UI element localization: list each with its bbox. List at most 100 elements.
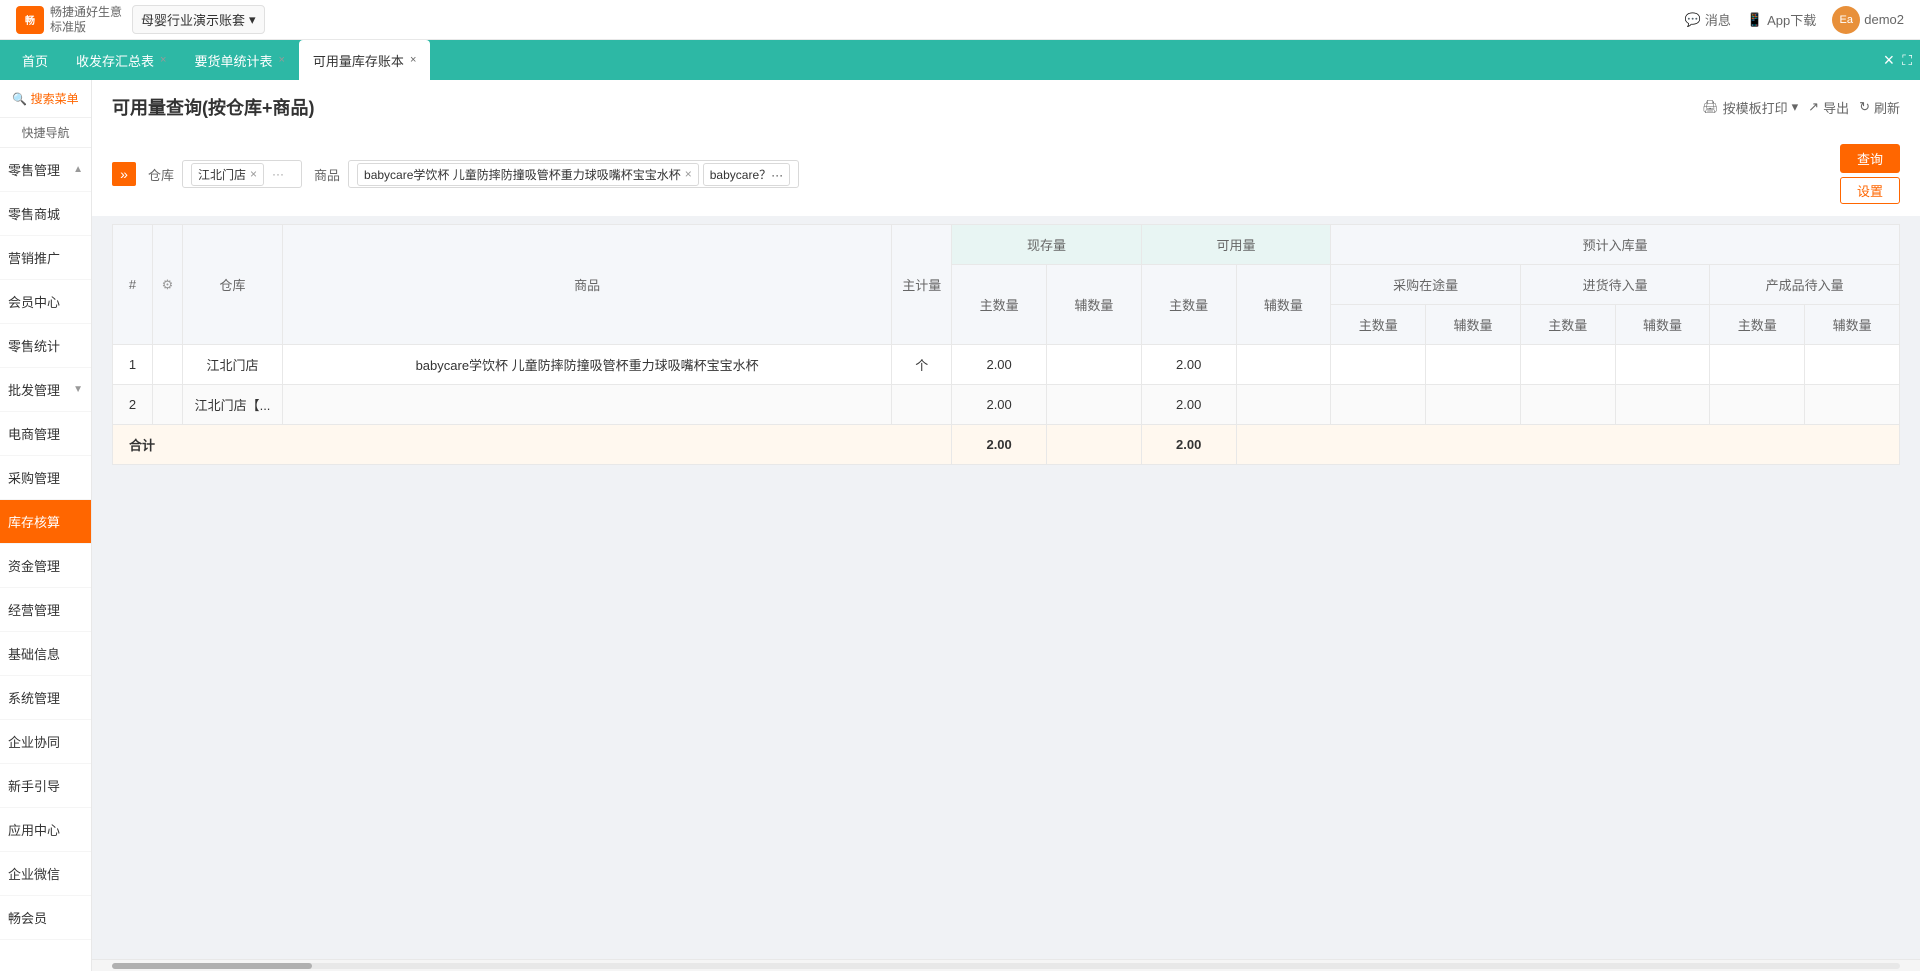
logo-icon: 畅 (16, 6, 44, 34)
cell-row1-pp-main (1520, 345, 1615, 385)
close-tab-order-stats[interactable]: × (278, 54, 284, 66)
tab-receive[interactable]: 收发存汇总表 × (62, 40, 180, 80)
th-current-aux-qty: 辅数量 (1047, 265, 1142, 345)
sidebar-item-inventory[interactable]: 库存核算 (0, 500, 91, 544)
cell-row2-avail-main: 2.00 (1141, 385, 1236, 425)
th-purchase-transit-main: 主数量 (1331, 305, 1426, 345)
user-menu[interactable]: Ea demo2 (1832, 6, 1904, 34)
cell-row1-fp-main (1710, 345, 1805, 385)
close-tab-available-stock[interactable]: × (410, 54, 416, 66)
sidebar-item-ops[interactable]: 经营管理 (0, 588, 91, 632)
th-purchase-pending-aux: 辅数量 (1615, 305, 1710, 345)
scroll-thumb[interactable] (112, 963, 312, 969)
industry-selector[interactable]: 母婴行业演示账套 ▾ (132, 5, 265, 34)
settings-icon[interactable]: ⚙ (162, 277, 174, 292)
template-print-btn[interactable]: 🖨 按模板打印 ▾ (1702, 98, 1798, 117)
app-download-btn[interactable]: 📱 App下载 (1747, 10, 1816, 29)
main-layout: 🔍 搜索菜单 快捷导航 零售管理 ▲ 零售商城 营销推广 会员中心 零售统计 批… (0, 80, 1920, 971)
close-tab-receive[interactable]: × (160, 54, 166, 66)
th-current-stock-group: 现存量 (952, 225, 1142, 265)
message-btn[interactable]: 💬 消息 (1685, 10, 1731, 29)
sidebar-item-marketing[interactable]: 营销推广 (0, 236, 91, 280)
remove-product-tag-1[interactable]: × (685, 167, 692, 181)
sidebar-item-retail-store[interactable]: 零售商城 (0, 192, 91, 236)
total-label: 合计 (113, 425, 952, 465)
cell-row2-avail-aux (1236, 385, 1331, 425)
tab-home[interactable]: 首页 (8, 40, 62, 80)
th-product: 商品 (283, 225, 892, 345)
th-number: # (113, 225, 153, 345)
warehouse-more-btn[interactable]: ··· (268, 167, 288, 181)
cell-row1-unit: 个 (892, 345, 952, 385)
fullscreen-btn[interactable]: ⛶ (1902, 52, 1912, 69)
sidebar-search[interactable]: 🔍 搜索菜单 (0, 80, 91, 118)
sidebar-item-new-guide[interactable]: 新手引导 (0, 764, 91, 808)
cell-row1-avail-aux (1236, 345, 1331, 385)
sidebar-item-wechat[interactable]: 企业微信 (0, 852, 91, 896)
product-filter-group: 商品 babycare学饮杯 儿童防摔防撞吸管杯重力球吸嘴杯宝宝水杯 × bab… (314, 160, 799, 188)
cell-row2-fp-aux (1805, 385, 1900, 425)
page-title-row: 可用量查询(按仓库+商品) 🖨 按模板打印 ▾ ↗ 导出 ↻ 刷新 (112, 94, 1900, 120)
sidebar-item-member[interactable]: 会员中心 (0, 280, 91, 324)
content-area: 可用量查询(按仓库+商品) 🖨 按模板打印 ▾ ↗ 导出 ↻ 刷新 (92, 80, 1920, 971)
th-finished-pending-group: 产成品待入量 (1710, 265, 1900, 305)
th-available-main-qty: 主数量 (1141, 265, 1236, 345)
th-available-aux-qty: 辅数量 (1236, 265, 1331, 345)
refresh-icon: ↻ (1859, 99, 1870, 115)
data-table: # ⚙ 仓库 商品 主计量 现存量 可用量 预计入库量 主数量 辅数量 (112, 224, 1900, 465)
sidebar-item-app-center[interactable]: 应用中心 (0, 808, 91, 852)
sidebar-quick-nav[interactable]: 快捷导航 (0, 118, 91, 148)
logo-text: 畅捷通好生意 标准版 (50, 5, 122, 34)
nav-tabs: 首页 收发存汇总表 × 要货单统计表 × 可用量库存账本 × × ⛶ (0, 40, 1920, 80)
sidebar-item-ecommerce[interactable]: 电商管理 (0, 412, 91, 456)
th-purchase-pending-main: 主数量 (1520, 305, 1615, 345)
settings-button[interactable]: 设置 (1840, 177, 1900, 204)
nav-tabs-right: × ⛶ (1884, 50, 1920, 71)
expand-filter-btn[interactable]: » (112, 162, 136, 186)
cell-row1-product: babycare学饮杯 儿童防摔防撞吸管杯重力球吸嘴杯宝宝水杯 (283, 345, 892, 385)
topbar-left: 畅 畅捷通好生意 标准版 母婴行业演示账套 ▾ (16, 5, 265, 34)
avatar: Ea (1832, 6, 1860, 34)
cell-row2-settings (153, 385, 183, 425)
tab-order-stats[interactable]: 要货单统计表 × (180, 40, 298, 80)
page-title: 可用量查询(按仓库+商品) (112, 94, 315, 120)
filter-actions: 查询 设置 (1840, 144, 1900, 204)
cell-row1-warehouse: 江北门店 (183, 345, 283, 385)
close-all-tabs-btn[interactable]: × (1884, 50, 1895, 71)
expand-arrow-wholesale: ▼ (73, 384, 83, 395)
total-row: 合计 2.00 2.00 (113, 425, 1900, 465)
sidebar-item-basic[interactable]: 基础信息 (0, 632, 91, 676)
tab-available-stock[interactable]: 可用量库存账本 × (299, 40, 430, 80)
cell-row1-current-aux (1047, 345, 1142, 385)
total-avail-main: 2.00 (1141, 425, 1236, 465)
product-filter-input[interactable]: babycare学饮杯 儿童防摔防撞吸管杯重力球吸嘴杯宝宝水杯 × babyca… (348, 160, 799, 188)
sidebar-item-purchase[interactable]: 采购管理 (0, 456, 91, 500)
refresh-btn[interactable]: ↻ 刷新 (1859, 98, 1900, 117)
expand-arrow-retail: ▲ (73, 164, 83, 175)
sidebar-item-system[interactable]: 系统管理 (0, 676, 91, 720)
warehouse-tag: 江北门店 × (191, 163, 264, 186)
warehouse-filter-input[interactable]: 江北门店 × ··· (182, 160, 302, 188)
message-icon: 💬 (1685, 12, 1701, 28)
logo-area: 畅 畅捷通好生意 标准版 (16, 5, 122, 34)
chevron-down-icon: ▾ (249, 12, 256, 28)
remove-warehouse-tag[interactable]: × (250, 167, 257, 181)
cell-row2-current-aux (1047, 385, 1142, 425)
warehouse-filter-group: 仓库 江北门店 × ··· (148, 160, 302, 188)
query-button[interactable]: 查询 (1840, 144, 1900, 173)
sidebar-item-retail-stats[interactable]: 零售统计 (0, 324, 91, 368)
sidebar-item-finance[interactable]: 资金管理 (0, 544, 91, 588)
sidebar-item-wholesale-mgmt[interactable]: 批发管理 ▼ (0, 368, 91, 412)
page-header: 可用量查询(按仓库+商品) 🖨 按模板打印 ▾ ↗ 导出 ↻ 刷新 (92, 80, 1920, 132)
cell-row1-pt-main (1331, 345, 1426, 385)
sidebar-item-enterprise[interactable]: 企业协同 (0, 720, 91, 764)
table-area[interactable]: # ⚙ 仓库 商品 主计量 现存量 可用量 预计入库量 主数量 辅数量 (92, 224, 1920, 959)
cell-row2-pp-main (1520, 385, 1615, 425)
sidebar-item-vip[interactable]: 畅会员 (0, 896, 91, 940)
export-btn[interactable]: ↗ 导出 (1808, 98, 1849, 117)
bottom-scrollbar[interactable] (92, 959, 1920, 971)
sidebar-item-retail-mgmt[interactable]: 零售管理 ▲ (0, 148, 91, 192)
cell-row1-fp-aux (1805, 345, 1900, 385)
th-warehouse: 仓库 (183, 225, 283, 345)
cell-row2-product (283, 385, 892, 425)
